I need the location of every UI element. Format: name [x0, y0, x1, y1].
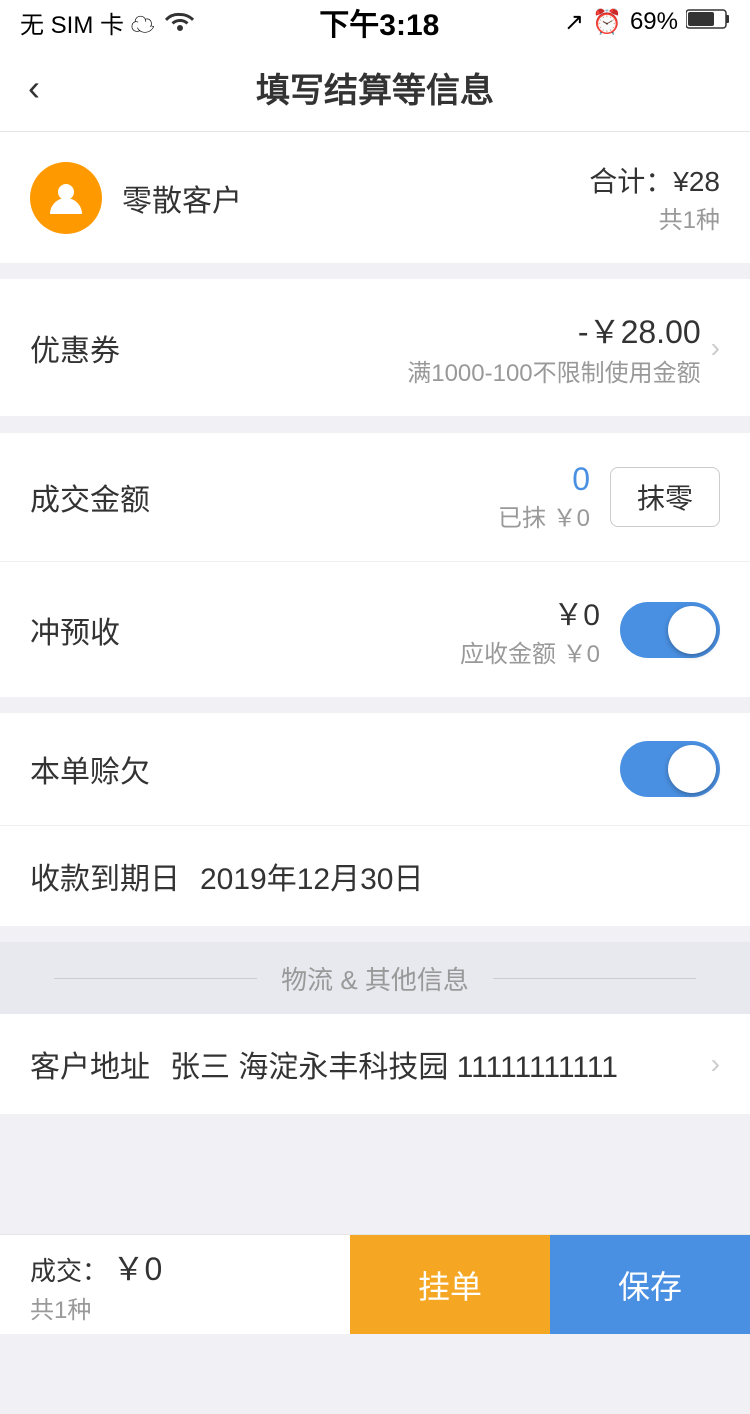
coupon-value-block: -￥28.00 满1000-100不限制使用金额	[407, 307, 700, 388]
precollect-row: 冲预收 ￥0 应收金额 ￥0	[0, 562, 750, 697]
coupon-section: 优惠券 -￥28.00 满1000-100不限制使用金额 ›	[0, 279, 750, 417]
logistics-header: 物流 & 其他信息	[0, 942, 750, 1014]
bottom-transaction-row: 成交： ￥0	[30, 1244, 320, 1290]
content-area: 零散客户 合计：¥28 共1种 优惠券 -￥28.00 满1000-100不限制…	[0, 132, 750, 1414]
toggle-knob	[668, 606, 716, 654]
save-button[interactable]: 保存	[550, 1235, 750, 1334]
transaction-amount-row: 成交金额 0 已抹 ￥0 抹零	[0, 433, 750, 562]
logistics-inner: 物流 & 其他信息	[0, 960, 750, 997]
coupon-amount: -￥28.00	[407, 307, 700, 353]
wifi-icon	[165, 7, 195, 38]
amount-value-block: 0 已抹 ￥0	[498, 461, 590, 533]
bottom-info: 成交： ￥0 共1种	[0, 1235, 350, 1334]
location-icon: ↗	[564, 8, 584, 37]
customer-name: 零散客户	[122, 176, 242, 220]
debt-section: 本单赊欠 收款到期日 2019年12月30日	[0, 713, 750, 926]
coupon-row[interactable]: 优惠券 -￥28.00 满1000-100不限制使用金额 ›	[0, 279, 750, 417]
coupon-desc: 满1000-100不限制使用金额	[407, 353, 700, 388]
status-right: ↗ ⏰ 69%	[564, 8, 730, 37]
logistics-line-right	[493, 978, 696, 979]
address-row[interactable]: 客户地址 张三 海淀永丰科技园 11111111111 ›	[0, 1014, 750, 1114]
debt-label: 本单赊欠	[30, 747, 150, 791]
alarm-icon: ⏰	[592, 8, 622, 37]
nav-bar: ‹ 填写结算等信息	[0, 44, 750, 132]
amount-label: 成交金额	[30, 475, 150, 519]
logistics-line-left	[54, 978, 257, 979]
customer-avatar	[30, 162, 102, 234]
customer-row: 零散客户 合计：¥28 共1种	[0, 132, 750, 263]
amount-sub: 已抹 ￥0	[498, 498, 590, 533]
amount-main: 0	[498, 461, 590, 498]
amount-right: 0 已抹 ￥0 抹零	[498, 461, 720, 533]
round-button[interactable]: 抹零	[610, 467, 720, 527]
precollect-label: 冲预收	[30, 608, 120, 652]
precollect-toggle[interactable]	[620, 602, 720, 658]
total-amount: 合计：¥28	[589, 160, 720, 200]
bottom-transaction-amount: ￥0	[112, 1251, 162, 1287]
debt-toggle[interactable]	[620, 741, 720, 797]
customer-info: 零散客户	[30, 162, 242, 234]
page-title: 填写结算等信息	[256, 63, 494, 112]
bottom-count: 共1种	[30, 1290, 320, 1325]
debt-toggle-knob	[668, 745, 716, 793]
chevron-right-icon: ›	[711, 332, 720, 364]
address-value: 张三 海淀永丰科技园 11111111111	[170, 1042, 711, 1086]
precollect-sub: 应收金额 ￥0	[460, 634, 600, 669]
total-count: 共1种	[589, 200, 720, 235]
precollect-right: ￥0 应收金额 ￥0	[460, 590, 720, 669]
precollect-value-block: ￥0 应收金额 ￥0	[460, 590, 600, 669]
customer-section: 零散客户 合计：¥28 共1种	[0, 132, 750, 263]
battery-label: 69%	[630, 8, 678, 36]
hang-button[interactable]: 挂单	[350, 1235, 550, 1334]
status-left: 无 SIM 卡 ☁	[20, 5, 195, 40]
date-value: 2019年12月30日	[200, 854, 423, 898]
coupon-right: -￥28.00 满1000-100不限制使用金额 ›	[407, 307, 720, 388]
date-row[interactable]: 收款到期日 2019年12月30日	[0, 825, 750, 926]
coupon-label: 优惠券	[30, 326, 120, 370]
battery-icon	[686, 8, 730, 37]
date-label: 收款到期日	[30, 854, 180, 898]
customer-total: 合计：¥28 共1种	[589, 160, 720, 235]
back-button[interactable]: ‹	[28, 67, 40, 109]
debt-row: 本单赊欠	[0, 713, 750, 825]
amount-section: 成交金额 0 已抹 ￥0 抹零 冲预收 ￥0 应收金额 ￥0	[0, 433, 750, 697]
precollect-main: ￥0	[460, 590, 600, 634]
bottom-transaction-label: 成交：	[30, 1256, 108, 1286]
status-time: 下午3:18	[319, 0, 439, 44]
sim-label: 无 SIM 卡 ☁	[20, 5, 155, 40]
address-chevron-icon: ›	[711, 1048, 720, 1080]
logistics-label: 物流 & 其他信息	[281, 960, 469, 997]
status-bar: 无 SIM 卡 ☁ 下午3:18 ↗ ⏰ 69%	[0, 0, 750, 44]
bottom-bar: 成交： ￥0 共1种 挂单 保存	[0, 1234, 750, 1334]
address-label: 客户地址	[30, 1042, 150, 1086]
